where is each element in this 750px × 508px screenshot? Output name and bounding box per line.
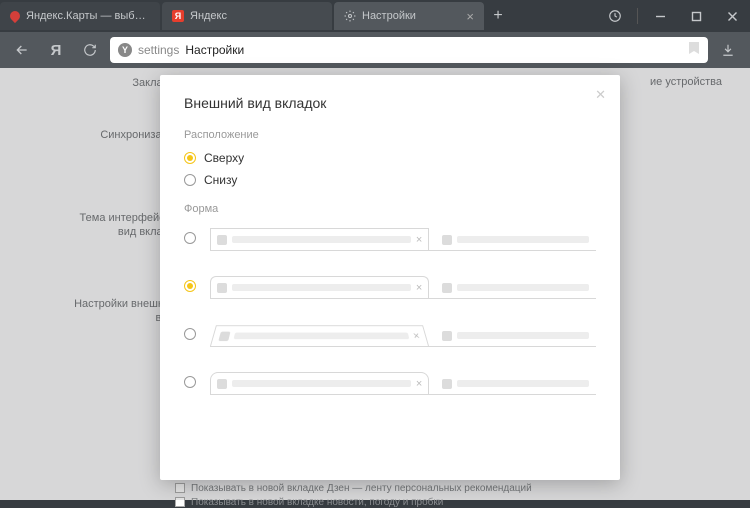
site-info-icon[interactable]: Y [118,43,132,57]
close-tab-icon[interactable]: × [466,9,474,24]
yandex-icon: Я [172,10,184,22]
window-controls [597,2,750,30]
close-dialog-icon[interactable]: ✕ [595,87,606,103]
close-window-button[interactable] [714,2,750,30]
tab-shape-preview: × [210,369,596,395]
radio-shape-3[interactable]: × [184,321,596,347]
radio-icon [184,232,196,244]
reload-button[interactable] [76,36,104,64]
tab-shape-preview: × [210,321,596,347]
minimize-button[interactable] [642,2,678,30]
tab-label: Настройки [362,10,460,22]
tab-label: Яндекс [190,10,322,22]
shape-group-label: Форма [184,203,596,215]
yandex-home-button[interactable]: Я [42,36,70,64]
radio-label: Снизу [204,173,237,187]
history-icon[interactable] [597,2,633,30]
tab-appearance-dialog: ✕ Внешний вид вкладок Расположение Сверх… [160,75,620,480]
back-button[interactable] [8,36,36,64]
bookmark-icon[interactable] [688,41,700,60]
radio-shape-4[interactable]: × [184,369,596,395]
separator [637,8,638,24]
tab-bar: Яндекс.Карты — выбирай Я Яндекс Настройк… [0,0,750,32]
radio-position-top[interactable]: Сверху [184,151,596,165]
browser-tab-settings[interactable]: Настройки × [334,2,484,30]
map-pin-icon [8,9,22,23]
radio-shape-1[interactable]: × [184,225,596,251]
address-title: Настройки [185,43,244,57]
address-prefix: settings [138,43,179,57]
gear-icon [344,10,356,22]
tab-shape-preview: × [210,273,596,299]
new-tab-button[interactable]: + [484,2,512,30]
position-group-label: Расположение [184,129,596,141]
radio-icon [184,152,196,164]
nav-bar: Я Y settings Настройки [0,32,750,68]
radio-icon [184,280,196,292]
browser-tab-maps[interactable]: Яндекс.Карты — выбирай [0,2,160,30]
downloads-button[interactable] [714,36,742,64]
address-bar[interactable]: Y settings Настройки [110,37,708,63]
dialog-title: Внешний вид вкладок [184,95,596,111]
radio-label: Сверху [204,151,244,165]
tab-label: Яндекс.Карты — выбирай [26,10,150,22]
browser-tab-yandex[interactable]: Я Яндекс [162,2,332,30]
radio-position-bottom[interactable]: Снизу [184,173,596,187]
maximize-button[interactable] [678,2,714,30]
radio-icon [184,328,196,340]
radio-icon [184,174,196,186]
tab-shape-preview: × [210,225,596,251]
radio-icon [184,376,196,388]
radio-shape-2[interactable]: × [184,273,596,299]
